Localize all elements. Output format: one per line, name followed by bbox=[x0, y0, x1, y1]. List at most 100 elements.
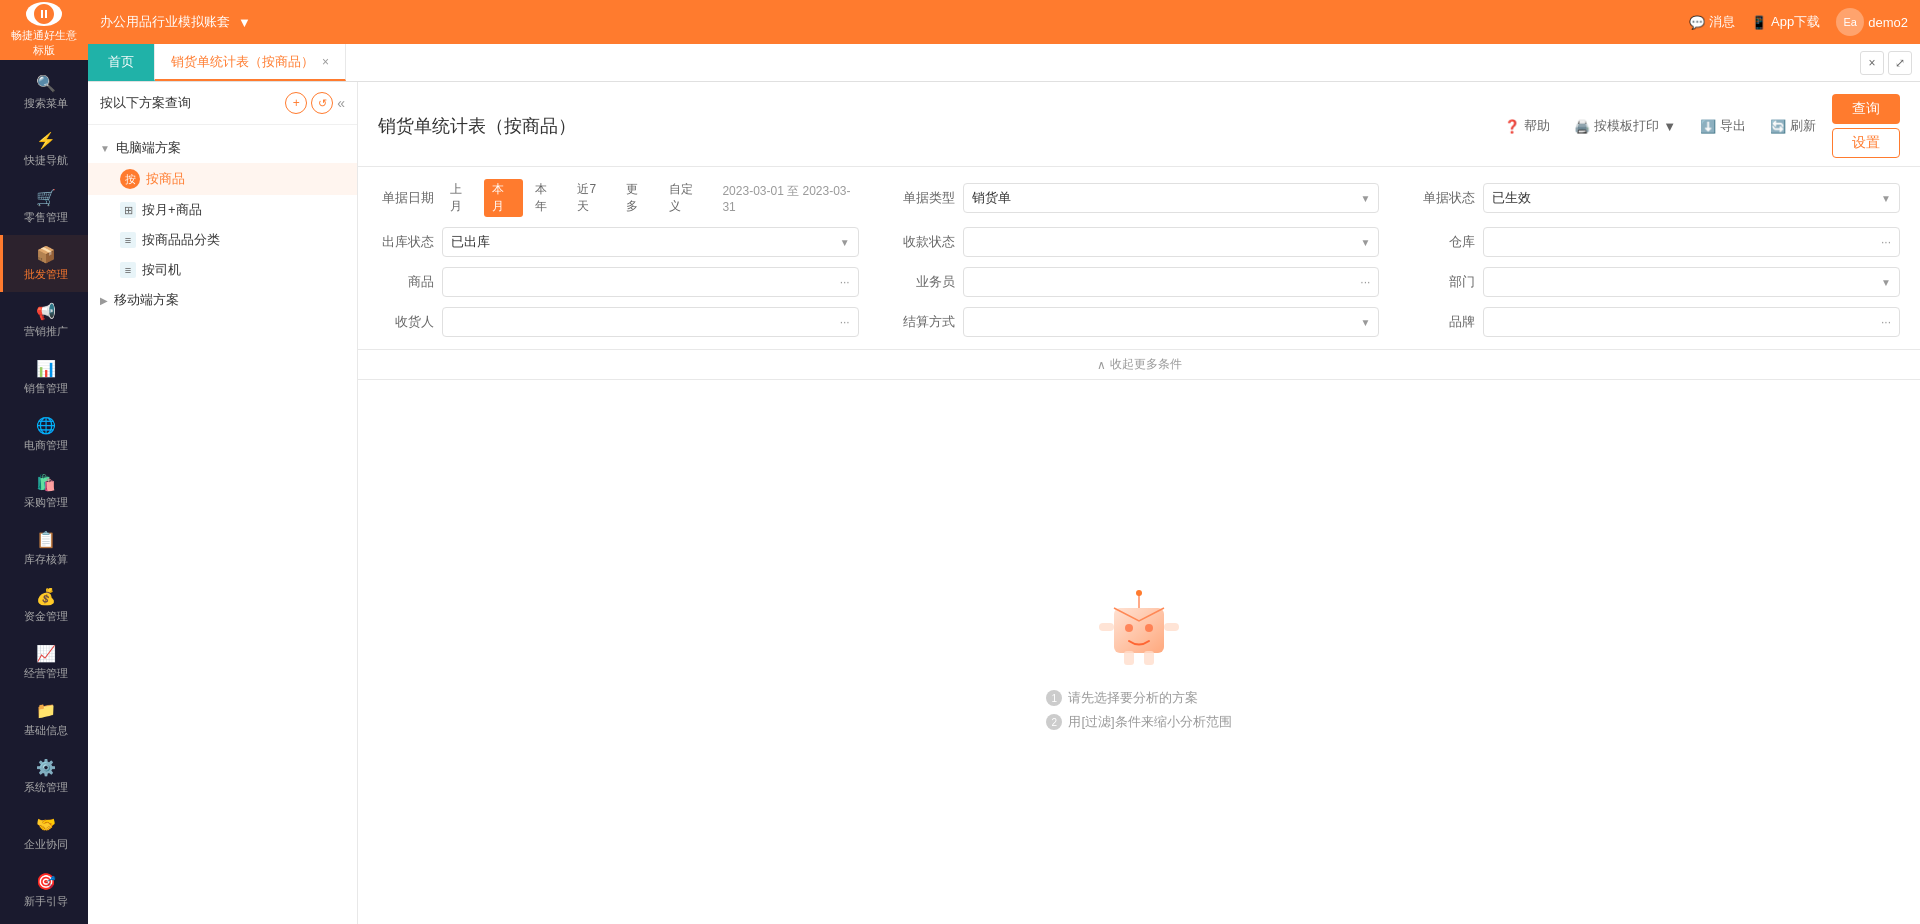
collapse-row: ∧ 收起更多条件 bbox=[358, 350, 1920, 380]
topbar: 办公用品行业模拟账套 ▼ 💬 消息 📱 App下载 Ea demo2 bbox=[88, 0, 1920, 44]
sidebar-item-sales[interactable]: 📊 销售管理 bbox=[0, 349, 88, 406]
sidebar-item-quick[interactable]: ⚡ 快捷导航 bbox=[0, 121, 88, 178]
finance-icon: 💰 bbox=[36, 587, 56, 606]
filter-goods-control[interactable]: ··· bbox=[442, 267, 859, 297]
sidebar-item-system-label: 系统管理 bbox=[24, 780, 68, 795]
tree-child-by-driver[interactable]: ≡ 按司机 bbox=[88, 255, 357, 285]
template-print-label: 按模板打印 bbox=[1594, 117, 1659, 135]
tree-pc-section[interactable]: ▼ 电脑端方案 bbox=[88, 133, 357, 163]
by-month-goods-icon: ⊞ bbox=[120, 202, 136, 218]
search-icon: 🔍 bbox=[36, 74, 56, 93]
sidebar-item-enterprise-label: 企业协同 bbox=[24, 837, 68, 852]
sidebar-item-system[interactable]: ⚙️ 系统管理 bbox=[0, 748, 88, 805]
sidebar-item-guide[interactable]: 🎯 新手引导 bbox=[0, 862, 88, 919]
tab-home-label: 首页 bbox=[108, 53, 134, 71]
ecommerce-icon: 🌐 bbox=[36, 416, 56, 435]
date-tab-lastmonth[interactable]: 上月 bbox=[442, 179, 480, 217]
collectstatus-dropdown-icon: ▼ bbox=[1360, 237, 1370, 248]
tab-report[interactable]: 销货单统计表（按商品） × bbox=[155, 44, 346, 81]
avatar: Ea bbox=[1836, 8, 1864, 36]
filter-outstatus-control[interactable]: 已出库 ▼ bbox=[442, 227, 859, 257]
filter-warehouse-control[interactable]: ··· bbox=[1483, 227, 1900, 257]
filter-receiver-control[interactable]: ··· bbox=[442, 307, 859, 337]
warehouse-dots-icon[interactable]: ··· bbox=[1881, 235, 1891, 249]
receiver-dots-icon[interactable]: ··· bbox=[840, 315, 850, 329]
date-tab-7days[interactable]: 近7天 bbox=[569, 179, 614, 217]
sidebar-item-enterprise[interactable]: 🤝 企业协同 bbox=[0, 805, 88, 862]
filter-salesman-item: 业务员 ··· bbox=[899, 267, 1380, 297]
settings-btn[interactable]: 设置 bbox=[1832, 128, 1900, 158]
marketing-icon: 📢 bbox=[36, 302, 56, 321]
filter-row-2: 出库状态 已出库 ▼ 收款状态 ▼ bbox=[378, 227, 1900, 257]
sidebar-item-retail[interactable]: 🛒 零售管理 bbox=[0, 178, 88, 235]
right-content: 销货单统计表（按商品） ❓ 帮助 🖨️ 按模板打印 ▼ ⬇️ bbox=[358, 82, 1920, 924]
topbar-user-btn[interactable]: Ea demo2 bbox=[1836, 8, 1908, 36]
salesman-dots-icon[interactable]: ··· bbox=[1360, 275, 1370, 289]
tree-child-by-category[interactable]: ≡ 按商品品分类 bbox=[88, 225, 357, 255]
filter-docstatus-control[interactable]: 已生效 ▼ bbox=[1483, 183, 1900, 213]
filter-collectstatus-control[interactable]: ▼ bbox=[963, 227, 1380, 257]
sidebar-item-ecommerce-label: 电商管理 bbox=[24, 438, 68, 453]
refresh-scheme-btn[interactable]: ↺ bbox=[311, 92, 333, 114]
filter-warehouse-label: 仓库 bbox=[1419, 233, 1475, 251]
topbar-message-btn[interactable]: 💬 消息 bbox=[1689, 13, 1735, 31]
tree-child-by-goods[interactable]: 按 按商品 bbox=[88, 163, 357, 195]
sidebar-item-purchase[interactable]: 🛍️ 采购管理 bbox=[0, 463, 88, 520]
sidebar-item-marketing-label: 营销推广 bbox=[24, 324, 68, 339]
refresh-btn[interactable]: 🔄 刷新 bbox=[1762, 113, 1824, 139]
sidebar-item-search[interactable]: 🔍 搜索菜单 bbox=[0, 64, 88, 121]
sidebar-item-ecommerce[interactable]: 🌐 电商管理 bbox=[0, 406, 88, 463]
date-tab-more[interactable]: 更多 bbox=[618, 179, 656, 217]
filter-date-label: 单据日期 bbox=[378, 189, 434, 207]
date-tab-thismonth[interactable]: 本月 bbox=[484, 179, 522, 217]
sidebar-item-appcenter[interactable]: 🔲 应用中心 bbox=[0, 919, 88, 924]
sidebar-item-basic[interactable]: 📁 基础信息 bbox=[0, 691, 88, 748]
sidebar-item-inventory[interactable]: 📋 库存核算 bbox=[0, 520, 88, 577]
date-tab-thisyear[interactable]: 本年 bbox=[527, 179, 565, 217]
sidebar-item-operation[interactable]: 📈 经营管理 bbox=[0, 634, 88, 691]
help-btn[interactable]: ❓ 帮助 bbox=[1496, 113, 1558, 139]
topbar-download-btn[interactable]: 📱 App下载 bbox=[1751, 13, 1820, 31]
empty-tips: 1 请先选择要分析的方案 2 用[过滤]条件来缩小分析范围 bbox=[1046, 689, 1231, 731]
sidebar-item-search-label: 搜索菜单 bbox=[24, 96, 68, 111]
sidebar-item-finance[interactable]: 💰 资金管理 bbox=[0, 577, 88, 634]
export-btn[interactable]: ⬇️ 导出 bbox=[1692, 113, 1754, 139]
topbar-industry-label: 办公用品行业模拟账套 bbox=[100, 13, 230, 31]
add-scheme-btn[interactable]: + bbox=[285, 92, 307, 114]
sidebar-item-marketing[interactable]: 📢 营销推广 bbox=[0, 292, 88, 349]
tree-child-by-month-goods-label: 按月+商品 bbox=[142, 201, 202, 219]
svg-rect-6 bbox=[1164, 623, 1179, 631]
filter-warehouse-item: 仓库 ··· bbox=[1419, 227, 1900, 257]
download-icon: 📱 bbox=[1751, 15, 1767, 30]
filter-department-label: 部门 bbox=[1419, 273, 1475, 291]
date-tab-custom[interactable]: 自定义 bbox=[661, 179, 711, 217]
tab-fullscreen-btn[interactable]: ⤢ bbox=[1888, 51, 1912, 75]
retail-icon: 🛒 bbox=[36, 188, 56, 207]
filter-receiver-item: 收货人 ··· bbox=[378, 307, 859, 337]
template-print-btn[interactable]: 🖨️ 按模板打印 ▼ bbox=[1566, 113, 1684, 139]
filter-settle-control[interactable]: ▼ bbox=[963, 307, 1380, 337]
tab-close-icon[interactable]: × bbox=[322, 55, 329, 69]
basic-icon: 📁 bbox=[36, 701, 56, 720]
tree-mobile-section[interactable]: ▶ 移动端方案 bbox=[88, 285, 357, 315]
filter-department-control[interactable]: ▼ bbox=[1483, 267, 1900, 297]
collapse-conditions-btn[interactable]: ∧ 收起更多条件 bbox=[1097, 356, 1182, 373]
topbar-download-label: App下载 bbox=[1771, 13, 1820, 31]
query-btn[interactable]: 查询 bbox=[1832, 94, 1900, 124]
settle-dropdown-icon: ▼ bbox=[1360, 317, 1370, 328]
empty-illustration bbox=[1089, 573, 1189, 673]
brand-dots-icon[interactable]: ··· bbox=[1881, 315, 1891, 329]
tree-child-by-month-goods[interactable]: ⊞ 按月+商品 bbox=[88, 195, 357, 225]
sidebar-item-wholesale[interactable]: 📦 批发管理 bbox=[0, 235, 88, 292]
filter-goods-label: 商品 bbox=[378, 273, 434, 291]
collapse-panel-btn[interactable]: « bbox=[337, 95, 345, 111]
filter-salesman-control[interactable]: ··· bbox=[963, 267, 1380, 297]
tab-home[interactable]: 首页 bbox=[88, 44, 155, 81]
filter-outstatus-item: 出库状态 已出库 ▼ bbox=[378, 227, 859, 257]
filter-doctype-control[interactable]: 销货单 ▼ bbox=[963, 183, 1380, 213]
filter-brand-control[interactable]: ··· bbox=[1483, 307, 1900, 337]
goods-dots-icon[interactable]: ··· bbox=[840, 275, 850, 289]
guide-icon: 🎯 bbox=[36, 872, 56, 891]
tab-close-window-btn[interactable]: × bbox=[1860, 51, 1884, 75]
system-icon: ⚙️ bbox=[36, 758, 56, 777]
